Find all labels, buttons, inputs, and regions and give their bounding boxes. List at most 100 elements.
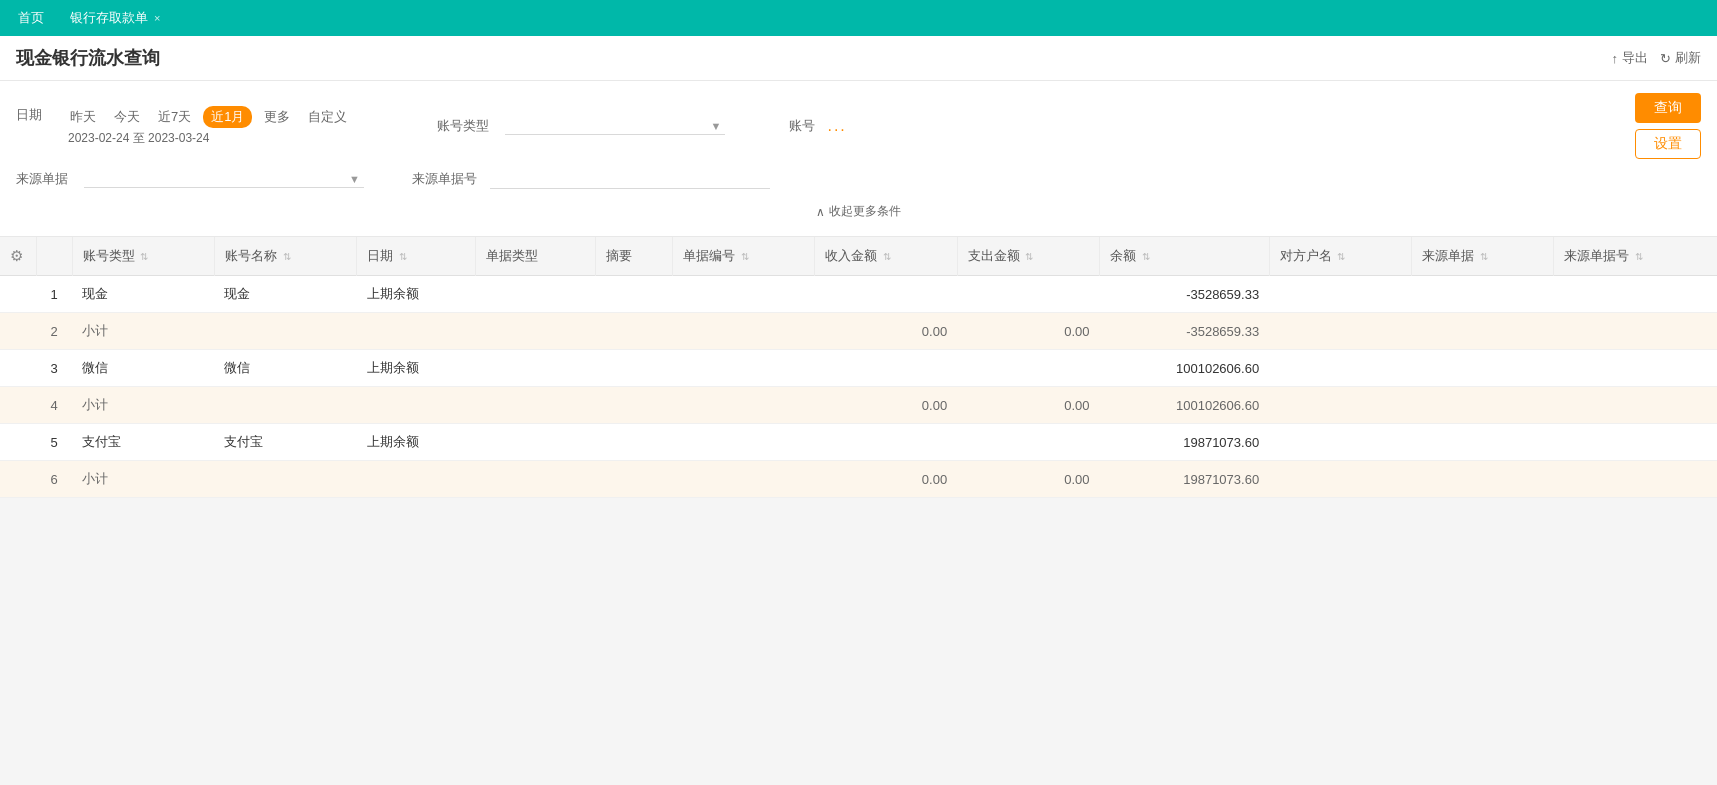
cell-account_type: 支付宝 [72, 424, 214, 461]
column-header-account_type[interactable]: 账号类型 ⇅ [72, 237, 214, 276]
cell-balance: 19871073.60 [1100, 424, 1270, 461]
sort-icon: ⇅ [140, 251, 148, 262]
date-shortcut-btn[interactable]: 自定义 [302, 106, 353, 128]
sort-icon: ⇅ [283, 251, 291, 262]
column-header-expense[interactable]: 支出金额 ⇅ [957, 237, 1099, 276]
cell-account_type: 小计 [72, 387, 214, 424]
cell-doc_no [672, 387, 814, 424]
account-dots[interactable]: ... [827, 117, 846, 135]
cell-summary [595, 424, 672, 461]
cell-account_type: 小计 [72, 461, 214, 498]
date-shortcut-btn[interactable]: 更多 [258, 106, 296, 128]
date-shortcut-btn[interactable]: 近1月 [203, 106, 252, 128]
setting-button[interactable]: 设置 [1635, 129, 1701, 159]
page-header: 现金银行流水查询 ↑ 导出 ↻ 刷新 [0, 36, 1717, 81]
column-header-account_name[interactable]: 账号名称 ⇅ [214, 237, 356, 276]
cell-income [815, 424, 957, 461]
column-header-income[interactable]: 收入金额 ⇅ [815, 237, 957, 276]
cell-account_type: 小计 [72, 313, 214, 350]
cell-date: 上期余额 [357, 276, 475, 313]
cell-doc_type [475, 276, 595, 313]
cell-doc_type [475, 387, 595, 424]
source-doc-no-input[interactable] [490, 169, 770, 189]
date-shortcut-btn[interactable]: 近7天 [152, 106, 197, 128]
filter-row-2: 来源单据 ▼ 来源单据号 [16, 169, 1701, 189]
sort-icon: ⇅ [741, 251, 749, 262]
cell-source_doc [1412, 387, 1554, 424]
collapse-up-icon: ∧ [816, 205, 825, 219]
page-title: 现金银行流水查询 [16, 46, 160, 70]
refresh-button[interactable]: ↻ 刷新 [1660, 49, 1701, 67]
cell-balance: 100102606.60 [1100, 387, 1270, 424]
date-shortcut-btn[interactable]: 今天 [108, 106, 146, 128]
cell-counterparty [1269, 276, 1411, 313]
cell-account_name [214, 461, 356, 498]
nav-tab[interactable]: 银行存取款单× [58, 0, 198, 36]
cell-counterparty [1269, 387, 1411, 424]
chevron-down-icon: ▼ [711, 120, 722, 132]
account-type-select[interactable]: ▼ [505, 118, 725, 135]
cell-date: 上期余额 [357, 424, 475, 461]
cell-expense [957, 276, 1099, 313]
source-doc-chevron-icon: ▼ [349, 173, 360, 185]
cell-account_type: 微信 [72, 350, 214, 387]
cell-date [357, 387, 475, 424]
cell-expense: 0.00 [957, 461, 1099, 498]
source-doc-select[interactable]: ▼ [84, 171, 364, 188]
tab-close-icon[interactable]: × [154, 0, 160, 36]
source-doc-filter: 来源单据 ▼ [16, 170, 364, 188]
filter-area: 日期 昨天今天近7天近1月更多自定义 2023-02-24 至 2023-03-… [0, 81, 1717, 237]
cell-doc_no [672, 461, 814, 498]
table-row: 1现金现金上期余额-3528659.33 [0, 276, 1717, 313]
filter-row-1: 日期 昨天今天近7天近1月更多自定义 2023-02-24 至 2023-03-… [16, 93, 1701, 159]
date-shortcut-btn[interactable]: 昨天 [64, 106, 102, 128]
column-header-date[interactable]: 日期 ⇅ [357, 237, 475, 276]
cell-income: 0.00 [815, 387, 957, 424]
cell-counterparty [1269, 313, 1411, 350]
source-doc-no-filter: 来源单据号 [412, 169, 770, 189]
cell-date [357, 461, 475, 498]
column-header-balance[interactable]: 余额 ⇅ [1100, 237, 1270, 276]
cell-source_doc [1412, 424, 1554, 461]
query-button[interactable]: 查询 [1635, 93, 1701, 123]
cell-expense: 0.00 [957, 313, 1099, 350]
cell-doc_no [672, 350, 814, 387]
row-index: 1 [36, 276, 72, 313]
cell-counterparty [1269, 424, 1411, 461]
row-index: 6 [36, 461, 72, 498]
table-row: 5支付宝支付宝上期余额19871073.60 [0, 424, 1717, 461]
cell-balance: -3528659.33 [1100, 276, 1270, 313]
cell-expense [957, 350, 1099, 387]
cell-income: 0.00 [815, 313, 957, 350]
column-header-source_doc[interactable]: 来源单据 ⇅ [1412, 237, 1554, 276]
cell-income [815, 350, 957, 387]
cell-income: 0.00 [815, 461, 957, 498]
table-head: ⚙账号类型 ⇅账号名称 ⇅日期 ⇅单据类型摘要单据编号 ⇅收入金额 ⇅支出金额 … [0, 237, 1717, 276]
date-filter: 日期 昨天今天近7天近1月更多自定义 2023-02-24 至 2023-03-… [16, 106, 353, 147]
cell-source_doc_no [1554, 461, 1717, 498]
filter-buttons: 查询 设置 [1635, 93, 1701, 159]
cell-summary [595, 461, 672, 498]
column-header-source_doc_no[interactable]: 来源单据号 ⇅ [1554, 237, 1717, 276]
cell-expense: 0.00 [957, 387, 1099, 424]
export-button[interactable]: ↑ 导出 [1612, 49, 1649, 67]
nav-home[interactable]: 首页 [4, 0, 58, 36]
cell-summary [595, 387, 672, 424]
cell-doc_no [672, 424, 814, 461]
column-header-doc_no[interactable]: 单据编号 ⇅ [672, 237, 814, 276]
collapse-bar[interactable]: ∧ 收起更多条件 [16, 199, 1701, 224]
cell-doc_type [475, 313, 595, 350]
cell-doc_no [672, 276, 814, 313]
column-header-doc_type: 单据类型 [475, 237, 595, 276]
column-header-counterparty[interactable]: 对方户名 ⇅ [1269, 237, 1411, 276]
table-body: 1现金现金上期余额-3528659.332小计0.000.00-3528659.… [0, 276, 1717, 498]
cell-source_doc [1412, 461, 1554, 498]
account-filter: 账号 ... [789, 117, 846, 135]
row-index: 5 [36, 424, 72, 461]
cell-counterparty [1269, 461, 1411, 498]
cell-summary [595, 313, 672, 350]
top-nav: 首页 收款单×付款单×其他收入单×应收应付调整单×银行存取款单×预收冲应收单×收… [0, 0, 1717, 36]
gear-icon[interactable]: ⚙ [10, 247, 23, 264]
cell-expense [957, 424, 1099, 461]
account-type-filter: 账号类型 ▼ [437, 117, 725, 135]
